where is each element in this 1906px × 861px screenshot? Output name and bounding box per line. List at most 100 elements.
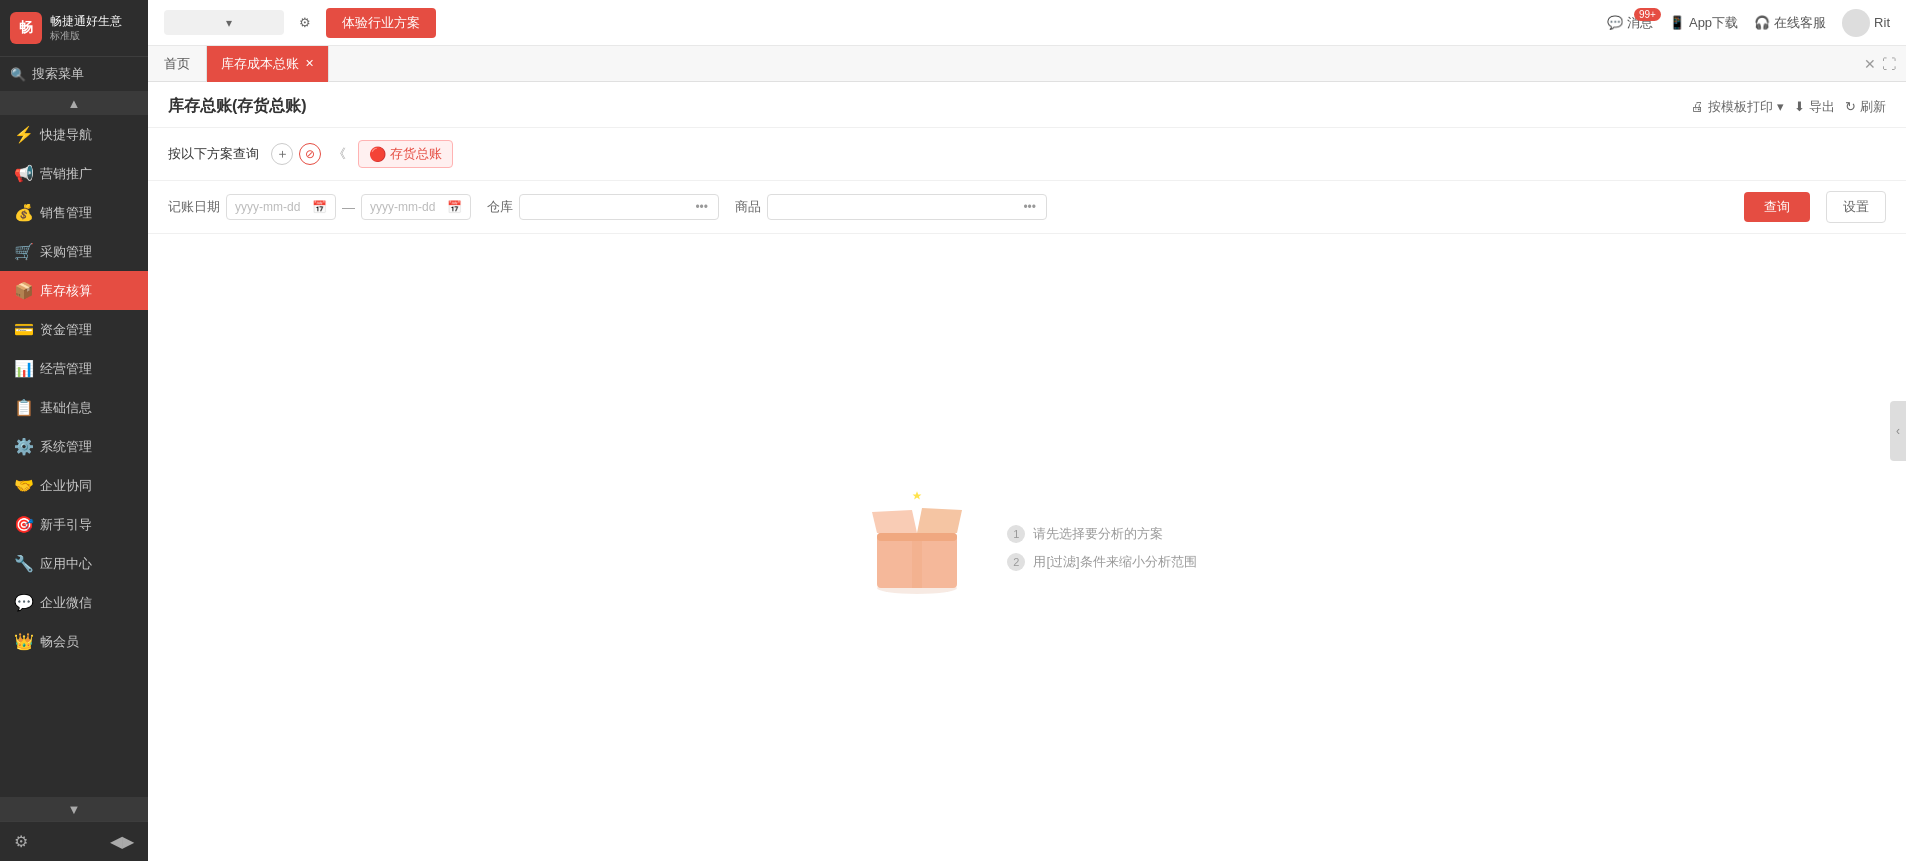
page-header: 库存总账(存货总账) 🖨 按模板打印 ▾ ⬇ 导出 ↻ 刷新 <box>148 82 1906 128</box>
breadcrumb-text <box>174 14 222 31</box>
enterprise-icon: 🤝 <box>14 476 32 495</box>
tab-bar-expand-icon[interactable]: ⛶ <box>1882 56 1896 72</box>
date-filter-field: 记账日期 yyyy-mm-dd 📅 — yyyy-mm-dd 📅 <box>168 194 471 220</box>
member-icon: 👑 <box>14 632 32 651</box>
page-content: 库存总账(存货总账) 🖨 按模板打印 ▾ ⬇ 导出 ↻ 刷新 <box>148 82 1906 861</box>
right-panel-toggle[interactable]: ‹ <box>1890 401 1906 461</box>
top-header: ▾ ⚙ 体验行业方案 💬 消息 99+ 📱 App下载 🎧 在线客服 Rit <box>148 0 1906 46</box>
sidebar-item-system[interactable]: ⚙️ 系统管理 <box>0 427 148 466</box>
message-button[interactable]: 💬 消息 99+ <box>1607 14 1653 32</box>
refresh-button[interactable]: ↻ 刷新 <box>1845 98 1886 116</box>
user-avatar <box>1842 9 1870 37</box>
date-start-placeholder: yyyy-mm-dd <box>235 200 308 214</box>
user-name: Rit <box>1874 15 1890 30</box>
warehouse-label: 仓库 <box>487 198 513 216</box>
sidebar-search[interactable]: 🔍 搜索菜单 <box>0 57 148 91</box>
scheme-icon: 🔴 <box>369 146 386 162</box>
sidebar-item-wechat[interactable]: 💬 企业微信 <box>0 583 148 622</box>
sidebar-item-sales[interactable]: 💰 销售管理 <box>0 193 148 232</box>
print-button[interactable]: 🖨 按模板打印 ▾ <box>1691 98 1784 116</box>
print-icon: 🖨 <box>1691 99 1704 114</box>
app-download-button[interactable]: 📱 App下载 <box>1669 14 1738 32</box>
sidebar-item-label: 系统管理 <box>40 438 92 456</box>
tab-home[interactable]: 首页 <box>148 46 207 82</box>
sidebar-scroll-up[interactable]: ▲ <box>0 91 148 115</box>
scheme-tag-label: 存货总账 <box>390 145 442 163</box>
date-end-input[interactable]: yyyy-mm-dd 📅 <box>361 194 471 220</box>
app-center-icon: 🔧 <box>14 554 32 573</box>
date-start-input[interactable]: yyyy-mm-dd 📅 <box>226 194 336 220</box>
goods-select[interactable]: ••• <box>767 194 1047 220</box>
empty-state: 1 请先选择要分析的方案 2 用[过滤]条件来缩小分析范围 <box>148 234 1906 861</box>
filter-settings-button[interactable]: 设置 <box>1826 191 1886 223</box>
chevron-down-icon: ▾ <box>226 16 232 30</box>
search-icon: 🔍 <box>10 67 26 82</box>
page-title: 库存总账(存货总账) <box>168 96 307 117</box>
filter-clear-button[interactable]: ⊘ <box>299 143 321 165</box>
settings-gear-button[interactable]: ⚙ <box>290 8 320 38</box>
tab-bar-close-icon[interactable]: ✕ <box>1864 56 1876 72</box>
tab-bar: 首页 库存成本总账 ✕ ✕ ⛶ <box>148 46 1906 82</box>
sidebar-item-operations[interactable]: 📊 经营管理 <box>0 349 148 388</box>
refresh-icon: ↻ <box>1845 99 1856 114</box>
sidebar-collapse-btn[interactable]: ◀▶ <box>110 832 134 851</box>
tip-num-2: 2 <box>1007 553 1025 571</box>
newbie-icon: 🎯 <box>14 515 32 534</box>
sidebar-item-label: 销售管理 <box>40 204 92 222</box>
export-button[interactable]: ⬇ 导出 <box>1794 98 1835 116</box>
filter-collapse-button[interactable]: 《 <box>333 145 346 163</box>
tab-close-icon[interactable]: ✕ <box>305 57 314 70</box>
empty-tips: 1 请先选择要分析的方案 2 用[过滤]条件来缩小分析范围 <box>1007 525 1196 571</box>
user-profile[interactable]: Rit <box>1842 9 1890 37</box>
svg-rect-5 <box>912 533 922 588</box>
system-icon: ⚙️ <box>14 437 32 456</box>
goods-filter-field: 商品 ••• <box>735 194 1047 220</box>
sidebar-item-finance[interactable]: 💳 资金管理 <box>0 310 148 349</box>
online-service-button[interactable]: 🎧 在线客服 <box>1754 14 1826 32</box>
sidebar-item-label: 基础信息 <box>40 399 92 417</box>
sidebar-item-enterprise[interactable]: 🤝 企业协同 <box>0 466 148 505</box>
sidebar-item-label: 库存核算 <box>40 282 92 300</box>
online-service-label: 在线客服 <box>1774 14 1826 32</box>
purchase-icon: 🛒 <box>14 242 32 261</box>
filter-label: 按以下方案查询 <box>168 145 259 163</box>
export-icon: ⬇ <box>1794 99 1805 114</box>
query-button[interactable]: 查询 <box>1744 192 1810 222</box>
sidebar-item-label: 采购管理 <box>40 243 92 261</box>
sidebar-item-app-center[interactable]: 🔧 应用中心 <box>0 544 148 583</box>
message-icon: 💬 <box>1607 15 1623 30</box>
sidebar-scroll-down[interactable]: ▼ <box>0 797 148 821</box>
warehouse-more-icon: ••• <box>695 200 708 214</box>
filter-add-button[interactable]: ＋ <box>271 143 293 165</box>
sidebar-item-member[interactable]: 👑 畅会员 <box>0 622 148 661</box>
page-header-actions: 🖨 按模板打印 ▾ ⬇ 导出 ↻ 刷新 <box>1691 98 1886 116</box>
breadcrumb-dropdown[interactable]: ▾ <box>164 10 284 35</box>
sidebar-item-quick-nav[interactable]: ⚡ 快捷导航 <box>0 115 148 154</box>
breadcrumb-area: ▾ ⚙ 体验行业方案 <box>164 8 1597 38</box>
sidebar-item-basic[interactable]: 📋 基础信息 <box>0 388 148 427</box>
date-separator: — <box>342 200 355 215</box>
app-logo: 畅 畅捷通好生意 标准版 <box>0 0 148 57</box>
sidebar-settings-btn[interactable]: ⚙ <box>14 832 28 851</box>
page-panel: 库存总账(存货总账) 🖨 按模板打印 ▾ ⬇ 导出 ↻ 刷新 <box>148 82 1906 861</box>
sidebar-item-label: 营销推广 <box>40 165 92 183</box>
app-download-label: App下载 <box>1689 14 1738 32</box>
tab-inventory-cost[interactable]: 库存成本总账 ✕ <box>207 46 329 82</box>
empty-tip-1: 1 请先选择要分析的方案 <box>1007 525 1196 543</box>
sidebar-item-newbie[interactable]: 🎯 新手引导 <box>0 505 148 544</box>
scheme-tag[interactable]: 🔴 存货总账 <box>358 140 453 168</box>
wechat-icon: 💬 <box>14 593 32 612</box>
sidebar-item-inventory[interactable]: 📦 库存核算 <box>0 271 148 310</box>
headset-icon: 🎧 <box>1754 15 1770 30</box>
warehouse-select[interactable]: ••• <box>519 194 719 220</box>
empty-tip-2: 2 用[过滤]条件来缩小分析范围 <box>1007 553 1196 571</box>
export-label: 导出 <box>1809 98 1835 116</box>
goods-more-icon: ••• <box>1023 200 1036 214</box>
basic-icon: 📋 <box>14 398 32 417</box>
sidebar-item-marketing[interactable]: 📢 营销推广 <box>0 154 148 193</box>
sidebar-item-purchase[interactable]: 🛒 采购管理 <box>0 232 148 271</box>
sidebar-item-label: 畅会员 <box>40 633 79 651</box>
tab-inventory-cost-label: 库存成本总账 <box>221 55 299 73</box>
industry-solution-button[interactable]: 体验行业方案 <box>326 8 436 38</box>
sidebar-item-label: 资金管理 <box>40 321 92 339</box>
